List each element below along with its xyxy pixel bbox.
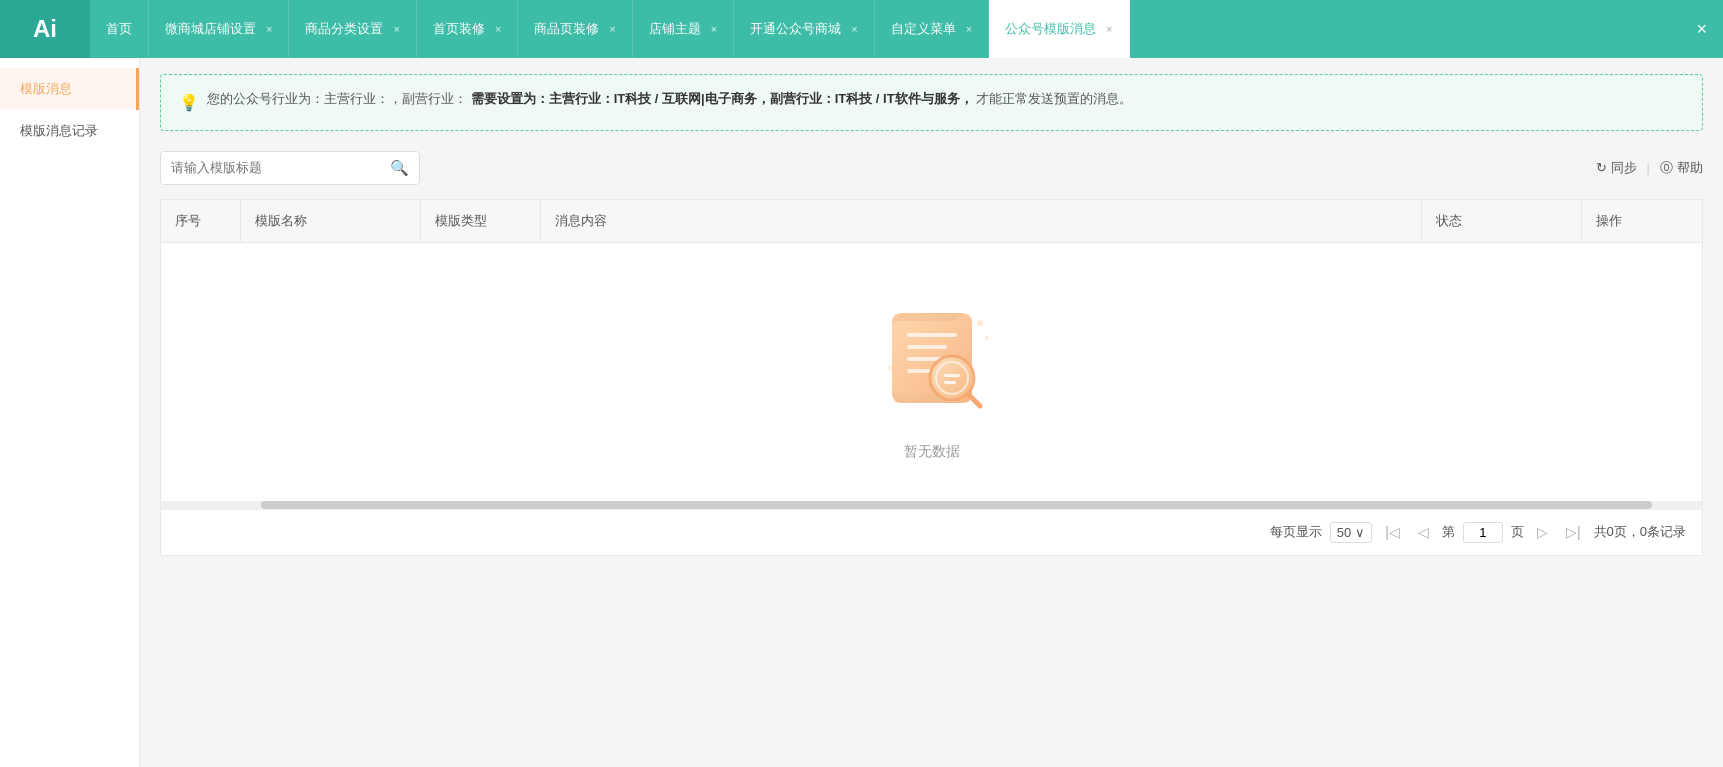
total-label: 共0页，0条记录 — [1594, 523, 1686, 541]
pagination: 每页显示 50 ∨ |◁ ◁ 第 页 ▷ ▷| 共0页，0条记录 — [161, 509, 1702, 555]
nav-tab-custom-menu[interactable]: 自定义菜单× — [875, 0, 989, 58]
tab-close-product-decoration[interactable]: × — [609, 23, 615, 35]
sync-icon: ↻ — [1596, 160, 1607, 175]
th-content: 消息内容 — [541, 200, 1422, 242]
nav-tab-home-decoration[interactable]: 首页装修× — [417, 0, 518, 58]
help-icon: ⓪ — [1660, 159, 1673, 177]
layout: 模版消息模版消息记录 💡 您的公众号行业为：主营行业：，副营行业： 需要设置为：… — [0, 58, 1723, 767]
th-name: 模版名称 — [241, 200, 421, 242]
prev-page-button[interactable]: ◁ — [1413, 522, 1434, 542]
notice-prefix: 您的公众号行业为：主营行业：，副营行业： — [207, 91, 467, 106]
search-actions: ↻ 同步 | ⓪ 帮助 — [1596, 159, 1703, 177]
sidebar: 模版消息模版消息记录 — [0, 58, 140, 767]
search-input[interactable] — [171, 160, 390, 175]
page-size-label: 每页显示 — [1270, 523, 1322, 541]
first-page-button[interactable]: |◁ — [1380, 522, 1405, 542]
nav-tabs: 首页微商城店铺设置×商品分类设置×首页装修×商品页装修×店铺主题×开通公众号商城… — [90, 0, 1680, 58]
main-content: 💡 您的公众号行业为：主营行业：，副营行业： 需要设置为：主营行业：IT科技 /… — [140, 58, 1723, 767]
logo: Ai — [0, 0, 90, 58]
nav-tab-home[interactable]: 首页 — [90, 0, 149, 58]
next-page-button[interactable]: ▷ — [1532, 522, 1553, 542]
tab-close-open-shop[interactable]: × — [851, 23, 857, 35]
page-size-value: 50 — [1337, 525, 1351, 540]
svg-point-9 — [977, 320, 983, 326]
svg-rect-7 — [944, 374, 960, 377]
search-button[interactable]: 🔍 — [390, 159, 409, 177]
scrollbar-thumb[interactable] — [261, 501, 1652, 509]
last-page-button[interactable]: ▷| — [1561, 522, 1586, 542]
page-label-after: 页 — [1511, 523, 1524, 541]
th-type: 模版类型 — [421, 200, 541, 242]
tab-close-shop-theme[interactable]: × — [711, 23, 717, 35]
nav-tab-shop-settings[interactable]: 微商城店铺设置× — [149, 0, 289, 58]
data-table: 序号模版名称模版类型消息内容状态操作 — [160, 199, 1703, 556]
svg-point-11 — [888, 366, 892, 370]
close-all-button[interactable]: × — [1680, 0, 1723, 58]
th-status: 状态 — [1422, 200, 1582, 242]
divider: | — [1647, 160, 1650, 175]
sync-button[interactable]: ↻ 同步 — [1596, 159, 1637, 177]
search-input-wrapper[interactable]: 🔍 — [160, 151, 420, 185]
sidebar-item-template-msg[interactable]: 模版消息 — [0, 68, 139, 110]
nav-tab-open-shop[interactable]: 开通公众号商城× — [734, 0, 874, 58]
svg-rect-8 — [944, 381, 956, 384]
th-action: 操作 — [1582, 200, 1702, 242]
page-size-chevron: ∨ — [1355, 525, 1365, 540]
tab-close-template-msg[interactable]: × — [1106, 23, 1112, 35]
search-bar: 🔍 ↻ 同步 | ⓪ 帮助 — [160, 151, 1703, 185]
help-button[interactable]: ⓪ 帮助 — [1660, 159, 1703, 177]
notice-icon: 💡 — [179, 90, 199, 116]
top-nav: Ai 首页微商城店铺设置×商品分类设置×首页装修×商品页装修×店铺主题×开通公众… — [0, 0, 1723, 58]
page-label-before: 第 — [1442, 523, 1455, 541]
page-size-select[interactable]: 50 ∨ — [1330, 522, 1372, 543]
table-header: 序号模版名称模版类型消息内容状态操作 — [161, 200, 1702, 243]
notice-highlight: 需要设置为：主营行业：IT科技 / 互联网|电子商务，副营行业：IT科技 / I… — [471, 91, 973, 106]
notice-suffix: 才能正常发送预置的消息。 — [976, 91, 1132, 106]
svg-rect-1 — [907, 345, 947, 349]
page-input[interactable] — [1463, 522, 1503, 543]
empty-state: 暂无数据 — [161, 243, 1702, 501]
tab-close-home-decoration[interactable]: × — [495, 23, 501, 35]
nav-tab-template-msg[interactable]: 公众号模版消息× — [989, 0, 1129, 58]
notice-box: 💡 您的公众号行业为：主营行业：，副营行业： 需要设置为：主营行业：IT科技 /… — [160, 74, 1703, 131]
nav-tab-category-settings[interactable]: 商品分类设置× — [289, 0, 416, 58]
tab-close-shop-settings[interactable]: × — [266, 23, 272, 35]
nav-tab-product-decoration[interactable]: 商品页装修× — [518, 0, 632, 58]
help-label: 帮助 — [1677, 159, 1703, 177]
nav-tab-shop-theme[interactable]: 店铺主题× — [633, 0, 734, 58]
svg-rect-0 — [907, 333, 957, 337]
th-seq: 序号 — [161, 200, 241, 242]
sidebar-item-template-msg-log[interactable]: 模版消息记录 — [0, 110, 139, 152]
empty-text: 暂无数据 — [904, 443, 960, 461]
sync-label: 同步 — [1611, 159, 1637, 177]
logo-text: Ai — [33, 15, 57, 43]
empty-icon — [872, 303, 992, 423]
notice-text: 您的公众号行业为：主营行业：，副营行业： 需要设置为：主营行业：IT科技 / 互… — [207, 89, 1132, 110]
svg-point-10 — [985, 336, 989, 340]
tab-close-category-settings[interactable]: × — [393, 23, 399, 35]
horizontal-scrollbar[interactable] — [161, 501, 1702, 509]
tab-close-custom-menu[interactable]: × — [966, 23, 972, 35]
